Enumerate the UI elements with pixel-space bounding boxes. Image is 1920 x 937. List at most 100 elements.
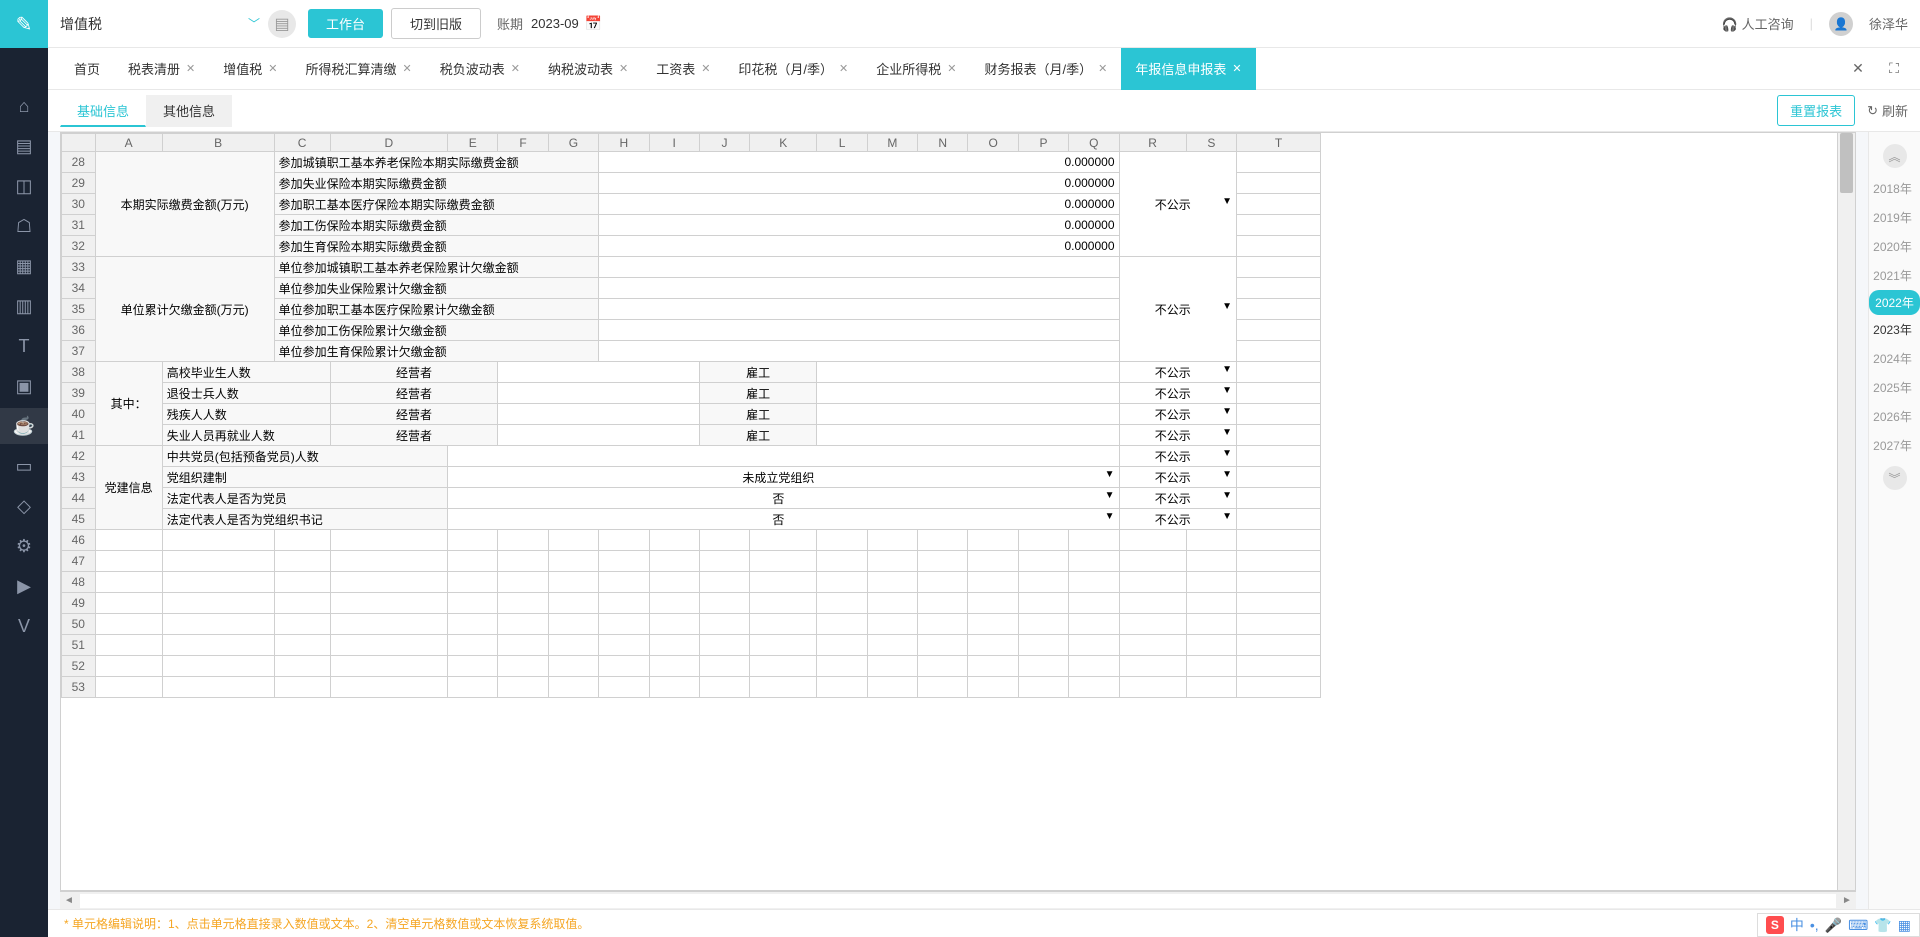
- period-value[interactable]: 2023-09: [531, 16, 579, 31]
- row1-val-3[interactable]: 0.000000: [599, 215, 1119, 236]
- row-35[interactable]: 35: [62, 299, 96, 320]
- row4-val-3[interactable]: 否▼: [448, 509, 1119, 530]
- tab-企业所得税[interactable]: 企业所得税✕: [862, 48, 970, 90]
- ime-s-icon[interactable]: S: [1766, 916, 1784, 934]
- row-40[interactable]: 40: [62, 404, 96, 425]
- nav-list-icon[interactable]: ▥: [0, 288, 48, 324]
- row-52[interactable]: 52: [62, 656, 96, 677]
- nav-v-icon[interactable]: V: [0, 608, 48, 644]
- nav-bag-icon[interactable]: ☖: [0, 208, 48, 244]
- row4-val-1[interactable]: 未成立党组织▼: [448, 467, 1119, 488]
- nav-active-icon[interactable]: ☕: [0, 408, 48, 444]
- col-P[interactable]: P: [1018, 134, 1068, 152]
- corner-cell[interactable]: [62, 134, 96, 152]
- col-J[interactable]: J: [699, 134, 749, 152]
- year-2019年[interactable]: 2019年: [1869, 203, 1920, 232]
- row-42[interactable]: 42: [62, 446, 96, 467]
- col-O[interactable]: O: [968, 134, 1018, 152]
- row3-dd-2[interactable]: 不公示▼: [1119, 404, 1237, 425]
- close-icon[interactable]: ✕: [701, 62, 710, 75]
- expand-icon[interactable]: ⛶: [1880, 55, 1908, 83]
- row4-val-0[interactable]: [448, 446, 1119, 467]
- col-T[interactable]: T: [1237, 134, 1321, 152]
- ime-mic-icon[interactable]: 🎤: [1825, 917, 1842, 934]
- vertical-scrollbar[interactable]: [1837, 133, 1855, 890]
- row1-val-2[interactable]: 0.000000: [599, 194, 1119, 215]
- row-39[interactable]: 39: [62, 383, 96, 404]
- row1-val-1[interactable]: 0.000000: [599, 173, 1119, 194]
- col-I[interactable]: I: [649, 134, 699, 152]
- tab-所得税汇算清缴[interactable]: 所得税汇算清缴✕: [291, 48, 425, 90]
- year-2025年[interactable]: 2025年: [1869, 373, 1920, 402]
- row-44[interactable]: 44: [62, 488, 96, 509]
- col-N[interactable]: N: [918, 134, 968, 152]
- tab-税表清册[interactable]: 税表清册✕: [114, 48, 209, 90]
- row4-dd-2[interactable]: 不公示▼: [1119, 488, 1237, 509]
- username[interactable]: 徐泽华: [1869, 14, 1908, 33]
- tab-纳税波动表[interactable]: 纳税波动表✕: [534, 48, 642, 90]
- row3-dd-0[interactable]: 不公示▼: [1119, 362, 1237, 383]
- nav-chart-icon[interactable]: ◫: [0, 168, 48, 204]
- close-icon[interactable]: ✕: [619, 62, 628, 75]
- year-2023年[interactable]: 2023年: [1869, 315, 1920, 344]
- nav-inbox-icon[interactable]: ◇: [0, 488, 48, 524]
- row2-dd[interactable]: 不公示▼: [1119, 257, 1237, 362]
- row-45[interactable]: 45: [62, 509, 96, 530]
- close-all-icon[interactable]: ✕: [1844, 55, 1872, 83]
- nav-gear-icon[interactable]: ⚙: [0, 528, 48, 564]
- year-down-icon[interactable]: ︾: [1883, 466, 1907, 490]
- row1-val-4[interactable]: 0.000000: [599, 236, 1119, 257]
- year-up-icon[interactable]: ︽: [1883, 144, 1907, 168]
- row4-val-2[interactable]: 否▼: [448, 488, 1119, 509]
- ime-skin-icon[interactable]: 👕: [1874, 917, 1891, 934]
- col-B[interactable]: B: [162, 134, 274, 152]
- row-32[interactable]: 32: [62, 236, 96, 257]
- calendar-icon[interactable]: 📅: [585, 15, 602, 32]
- row-48[interactable]: 48: [62, 572, 96, 593]
- row-53[interactable]: 53: [62, 677, 96, 698]
- year-2024年[interactable]: 2024年: [1869, 344, 1920, 373]
- col-L[interactable]: L: [817, 134, 867, 152]
- row-43[interactable]: 43: [62, 467, 96, 488]
- year-2018年[interactable]: 2018年: [1869, 174, 1920, 203]
- tab-印花税（月/季）[interactable]: 印花税（月/季）✕: [724, 48, 862, 90]
- close-icon[interactable]: ✕: [1098, 62, 1107, 75]
- close-icon[interactable]: ✕: [403, 62, 412, 75]
- row-46[interactable]: 46: [62, 530, 96, 551]
- tab-税负波动表[interactable]: 税负波动表✕: [426, 48, 534, 90]
- col-M[interactable]: M: [867, 134, 917, 152]
- year-2021年[interactable]: 2021年: [1869, 261, 1920, 290]
- nav-card-icon[interactable]: ▭: [0, 448, 48, 484]
- close-icon[interactable]: ✕: [839, 62, 848, 75]
- ime-kb-icon[interactable]: ⌨: [1848, 917, 1868, 934]
- col-R[interactable]: R: [1119, 134, 1186, 152]
- row-47[interactable]: 47: [62, 551, 96, 572]
- close-icon[interactable]: ✕: [186, 62, 195, 75]
- row-29[interactable]: 29: [62, 173, 96, 194]
- tab-首页[interactable]: 首页: [60, 48, 114, 90]
- refresh-button[interactable]: ↻ 刷新: [1867, 101, 1908, 120]
- reset-button[interactable]: 重置报表: [1777, 95, 1855, 126]
- doc-circle-button[interactable]: ▤: [268, 10, 296, 38]
- module-dropdown[interactable]: 增值税 ﹀: [60, 14, 260, 34]
- row-50[interactable]: 50: [62, 614, 96, 635]
- col-Q[interactable]: Q: [1069, 134, 1119, 152]
- row4-dd-0[interactable]: 不公示▼: [1119, 446, 1237, 467]
- row1-val-0[interactable]: 0.000000: [599, 152, 1119, 173]
- row-33[interactable]: 33: [62, 257, 96, 278]
- tab-工资表[interactable]: 工资表✕: [642, 48, 724, 90]
- row3-dd-3[interactable]: 不公示▼: [1119, 425, 1237, 446]
- nav-home-icon[interactable]: ⌂: [0, 88, 48, 124]
- nav-doc-icon[interactable]: ▤: [0, 128, 48, 164]
- col-D[interactable]: D: [330, 134, 448, 152]
- switch-old-button[interactable]: 切到旧版: [391, 8, 481, 39]
- ime-punct-icon[interactable]: •,: [1810, 917, 1819, 933]
- nav-t-icon[interactable]: T: [0, 328, 48, 364]
- col-H[interactable]: H: [599, 134, 649, 152]
- spreadsheet[interactable]: ABCDEFGHIJKLMNOPQRST28本期实际缴费金额(万元)参加城镇职工…: [60, 132, 1856, 891]
- ime-grid-icon[interactable]: ▦: [1898, 917, 1911, 934]
- row-31[interactable]: 31: [62, 215, 96, 236]
- year-2026年[interactable]: 2026年: [1869, 402, 1920, 431]
- avatar-icon[interactable]: 👤: [1829, 12, 1853, 36]
- year-2027年[interactable]: 2027年: [1869, 431, 1920, 460]
